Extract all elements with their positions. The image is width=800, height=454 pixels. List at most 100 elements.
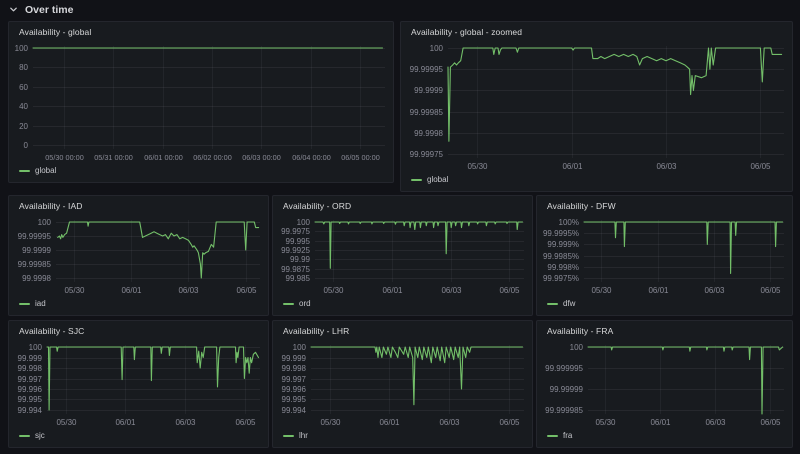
time-series-chart[interactable]: 100 80 60 40 20 0 05/30 00:00 05/31 00:00 06/01 … xyxy=(11,41,391,163)
panel-availability-global-zoomed: Availability - global - zoomed 100 99.999… xyxy=(400,21,793,192)
legend-label[interactable]: global xyxy=(35,166,56,175)
legend-label[interactable]: lhr xyxy=(299,431,308,440)
legend-label[interactable]: fra xyxy=(563,431,572,440)
x-axis-tick-label: 06/03 xyxy=(175,418,196,427)
panel-title[interactable]: Availability - DFW xyxy=(537,196,792,215)
y-axis-tick-label: 100 xyxy=(15,44,29,53)
time-series-chart[interactable]: 100 99.99995 99.9999 99.99985 99.9998 05/30 06… xyxy=(11,215,266,296)
chart-canvas: 100 99.99999.998 99.99799.99699.995 99.994 0… xyxy=(18,343,260,427)
y-axis-tick-label: 99.994 xyxy=(282,406,307,415)
legend: fra xyxy=(537,428,792,447)
panel-availability-dfw: Availability - DFW 100% 99.9995% 99.999% 99… xyxy=(536,195,793,316)
chart-canvas: 100% 99.9995% 99.999% 99.9985% 99.998% 99.997… xyxy=(543,218,784,295)
y-axis-tick-label: 99.99 xyxy=(290,255,311,264)
legend-label[interactable]: sjc xyxy=(35,431,45,440)
y-axis-tick-label: 100 xyxy=(29,343,43,352)
legend: global xyxy=(9,163,393,182)
panel-title[interactable]: Availability - IAD xyxy=(9,196,268,215)
legend: dfw xyxy=(537,296,792,315)
x-axis-tick-label: 06/03 xyxy=(704,286,725,295)
x-axis-tick-label: 06/03 xyxy=(441,286,462,295)
y-axis-tick-label: 99.995 xyxy=(18,395,43,404)
y-axis-tick-label: 99.996 xyxy=(18,385,43,394)
chart-canvas: 100 99.999995 99.99999 99.999985 05/30 06/01 0… xyxy=(545,343,784,427)
y-axis-tick-label: 99.9925 xyxy=(281,246,310,255)
panel-availability-lhr: Availability - LHR 100 99.999 99.998 99.997… xyxy=(272,320,533,448)
series-color-dash xyxy=(19,434,30,437)
chevron-down-icon xyxy=(9,5,18,14)
legend: iad xyxy=(9,296,268,315)
time-series-chart[interactable]: 100 99.999 99.998 99.997 99.996 99.995 99.994 0… xyxy=(11,340,266,428)
y-axis-tick-label: 100 xyxy=(38,218,52,227)
time-series-chart[interactable]: 100% 99.9995% 99.999% 99.9985% 99.998% 99.997… xyxy=(539,215,790,296)
legend-label[interactable]: global xyxy=(427,175,448,184)
panel-availability-ord: Availability - ORD 100 99.9975 99.995 99.99… xyxy=(272,195,533,316)
y-axis-tick-label: 99.996 xyxy=(282,385,307,394)
y-axis-tick-label: 99.9975% xyxy=(543,274,579,283)
legend-label[interactable]: dfw xyxy=(563,299,575,308)
x-axis-tick-label: 06/05 xyxy=(760,418,781,427)
x-axis-tick-label: 06/02 00:00 xyxy=(193,153,232,162)
series-color-dash xyxy=(283,302,294,305)
time-series-chart[interactable]: 100 99.9975 99.995 99.9925 99.99 99.9875 99.98… xyxy=(275,215,530,296)
series-line xyxy=(447,47,783,142)
series-color-dash xyxy=(547,434,558,437)
x-axis-tick-label: 06/03 xyxy=(656,162,677,171)
panel-title[interactable]: Availability - global xyxy=(9,22,393,41)
y-axis-tick-label: 99.997 xyxy=(18,375,43,384)
y-axis-tick-label: 100 xyxy=(297,218,311,227)
y-axis-tick-label: 99.999 xyxy=(18,354,43,363)
y-axis-tick-label: 99.99995 xyxy=(18,232,52,241)
time-series-chart[interactable]: 100 99.999995 99.99999 99.999985 05/30 06/01 0… xyxy=(539,340,790,428)
chart-canvas: 100 80 60 40 20 0 05/30 00:00 05/31 00:00 06/01 … xyxy=(15,44,385,162)
x-axis-tick-label: 06/05 xyxy=(499,418,520,427)
x-axis-tick-label: 06/05 xyxy=(760,286,781,295)
legend: ord xyxy=(273,296,532,315)
y-axis-tick-label: 99.99995 xyxy=(410,65,444,74)
legend: global xyxy=(401,172,792,191)
y-axis-tick-label: 99.997 xyxy=(282,375,307,384)
legend-label[interactable]: iad xyxy=(35,299,46,308)
series-line xyxy=(46,346,260,411)
y-axis-tick-label: 99.9975 xyxy=(281,227,310,236)
time-series-chart[interactable]: 100 99.999 99.998 99.997 99.996 99.995 99.994 0… xyxy=(275,340,530,428)
y-axis-tick-label: 20 xyxy=(19,122,28,131)
x-axis-tick-label: 05/30 xyxy=(56,418,77,427)
x-axis-tick-label: 05/30 xyxy=(323,286,344,295)
x-axis-tick-label: 06/03 xyxy=(178,286,199,295)
y-axis-tick-label: 99.9999 xyxy=(22,246,51,255)
legend-label[interactable]: ord xyxy=(299,299,311,308)
y-axis-tick-label: 80 xyxy=(19,63,28,72)
x-axis-tick-label: 06/05 xyxy=(750,162,771,171)
x-axis-tick-label: 06/01 xyxy=(650,418,671,427)
panel-title[interactable]: Availability - SJC xyxy=(9,321,268,340)
time-series-chart[interactable]: 100 99.99995 99.9999 99.99985 99.9998 99.9997… xyxy=(403,41,790,172)
series-color-dash xyxy=(411,178,422,181)
panel-availability-global: Availability - global 100 80 60 40 20 0 05/30 … xyxy=(8,21,394,183)
y-axis-tick-label: 99.999995 xyxy=(545,364,583,373)
y-axis-tick-label: 99.99975 xyxy=(410,150,444,159)
x-axis-tick-label: 06/03 00:00 xyxy=(242,153,281,162)
panel-title[interactable]: Availability - LHR xyxy=(273,321,532,340)
y-axis-tick-label: 99.999 xyxy=(282,354,307,363)
chart-canvas: 100 99.99995 99.9999 99.99985 99.9998 05/30 06… xyxy=(18,218,260,295)
x-axis-tick-label: 05/30 xyxy=(595,418,616,427)
panel-availability-fra: Availability - FRA 100 99.999995 99.99999 9… xyxy=(536,320,793,448)
series-color-dash xyxy=(19,169,30,172)
chart-canvas: 100 99.99999.998 99.99799.99699.995 99.994 0… xyxy=(282,343,524,427)
y-axis-tick-label: 40 xyxy=(19,102,28,111)
x-axis-tick-label: 05/30 xyxy=(64,286,85,295)
panel-availability-iad: Availability - IAD 100 99.99995 99.9999 99.… xyxy=(8,195,269,316)
x-axis-tick-label: 06/03 xyxy=(705,418,726,427)
y-axis-tick-label: 99.9995% xyxy=(543,229,579,238)
x-axis-tick-label: 06/04 00:00 xyxy=(292,153,331,162)
panel-title[interactable]: Availability - global - zoomed xyxy=(401,22,792,41)
y-axis-tick-label: 99.9999 xyxy=(414,86,443,95)
panel-title[interactable]: Availability - ORD xyxy=(273,196,532,215)
row-title: Over time xyxy=(25,3,74,16)
x-axis-tick-label: 06/01 xyxy=(382,286,403,295)
x-axis-tick-label: 06/05 xyxy=(499,286,520,295)
series-color-dash xyxy=(283,434,294,437)
row-header-over-time[interactable]: Over time xyxy=(0,0,800,19)
panel-title[interactable]: Availability - FRA xyxy=(537,321,792,340)
